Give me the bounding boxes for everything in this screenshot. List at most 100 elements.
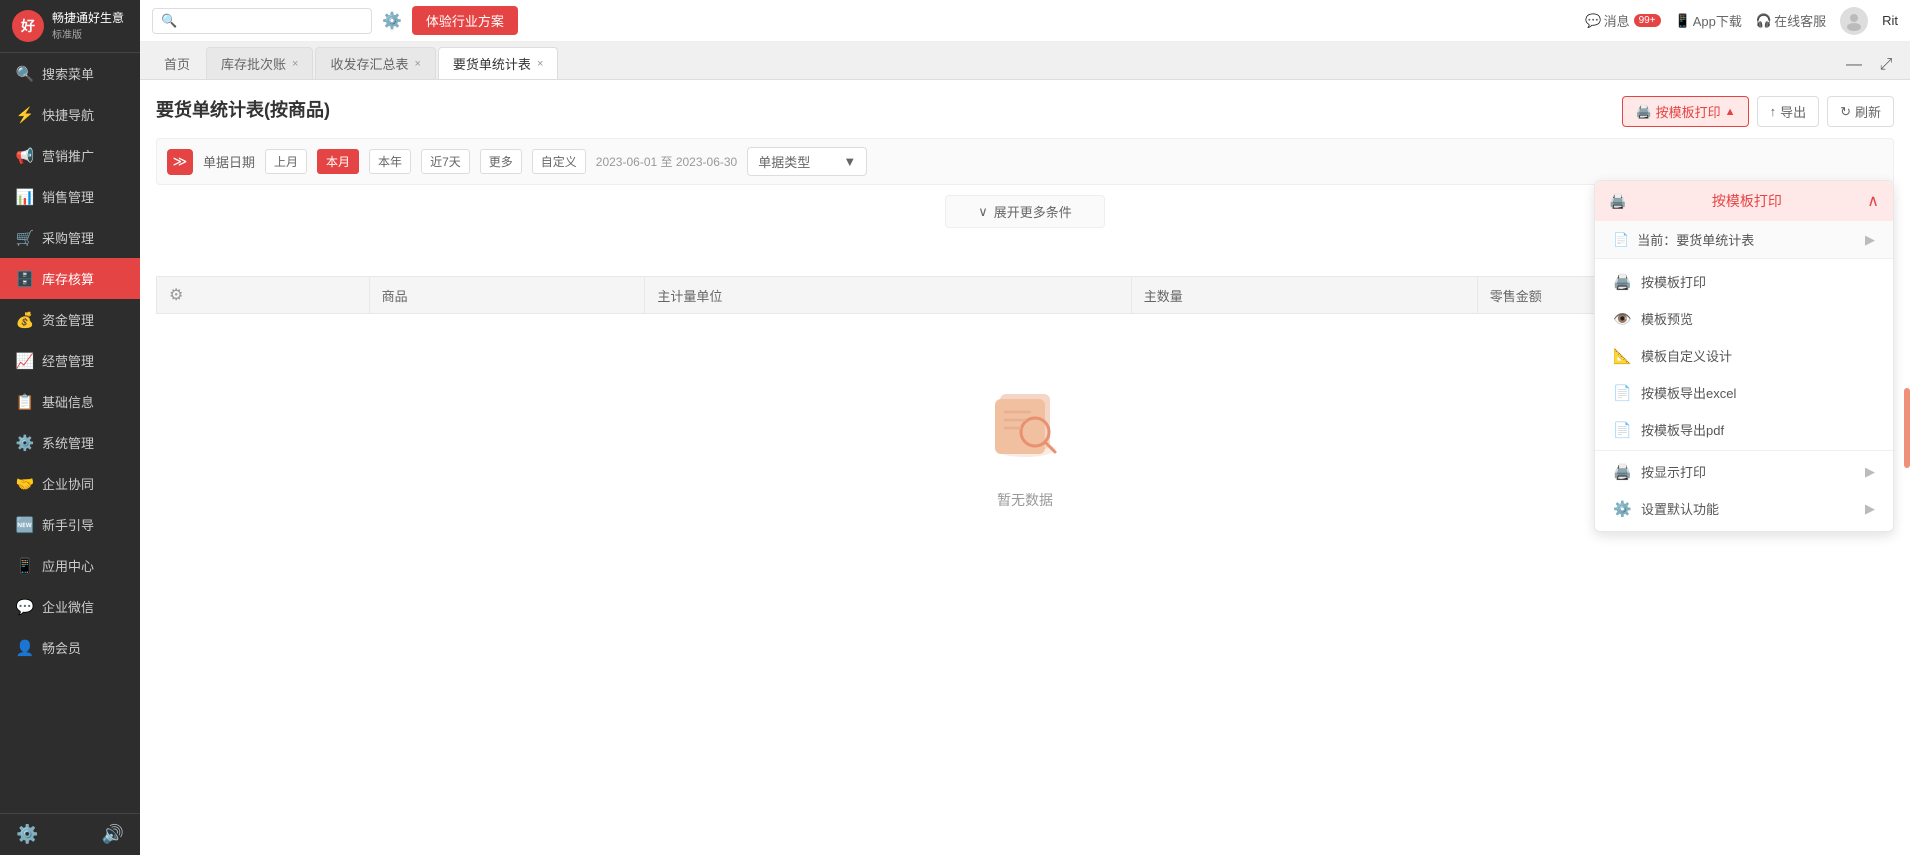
- sidebar-item-guide[interactable]: 🆕 新手引导: [0, 504, 140, 545]
- document-icon: 📄: [1613, 232, 1629, 248]
- date-btn-custom[interactable]: 自定义: [532, 149, 586, 174]
- tab-inventory-batch-label: 库存批次账: [221, 54, 286, 73]
- topbar-search-box[interactable]: 🔍: [152, 8, 372, 34]
- sidebar-item-wechat[interactable]: 💬 企业微信: [0, 586, 140, 627]
- tab-home-label: 首页: [164, 54, 190, 73]
- industry-btn[interactable]: 体验行业方案: [412, 6, 518, 35]
- table-header-gear[interactable]: ⚙: [157, 277, 370, 314]
- sidebar-item-shortcut[interactable]: ⚡ 快捷导航: [0, 94, 140, 135]
- wechat-icon: 💬: [16, 598, 34, 616]
- settings-footer-icon[interactable]: ⚙️: [16, 824, 38, 845]
- date-btn-this-year[interactable]: 本年: [369, 149, 411, 174]
- filter-bar: ≫ 单据日期 上月 本月 本年 近7天 更多 自定义 2023-06-01 至 …: [156, 138, 1894, 185]
- template-design-label: 模板自定义设计: [1641, 346, 1732, 365]
- topbar: 🔍 ⚙️ 体验行业方案 💬 消息 99+ 📱 App下载 🎧 在线客服 Rit: [140, 0, 1910, 42]
- guide-icon: 🆕: [16, 516, 34, 534]
- search-icon: 🔍: [16, 65, 34, 83]
- sidebar-item-apps[interactable]: 📱 应用中心: [0, 545, 140, 586]
- member-icon: 👤: [16, 639, 34, 657]
- gear-icon2[interactable]: ⚙: [169, 287, 183, 304]
- date-btn-7days[interactable]: 近7天: [421, 149, 470, 174]
- sidebar-item-member[interactable]: 👤 畅会员: [0, 627, 140, 668]
- sidebar-item-business[interactable]: 📈 经营管理: [0, 340, 140, 381]
- speaker-footer-icon[interactable]: 🔊: [102, 824, 124, 845]
- refresh-icon: ↻: [1840, 104, 1851, 120]
- sidebar-label-collab: 企业协同: [42, 474, 94, 493]
- printer-icon2: 🖨️: [1609, 193, 1626, 210]
- tab-order-stats-close[interactable]: ×: [537, 58, 543, 70]
- sidebar-item-marketing[interactable]: 📢 营销推广: [0, 135, 140, 176]
- sidebar-item-search[interactable]: 🔍 搜索菜单: [0, 53, 140, 94]
- template-design-item[interactable]: 📐 模板自定义设计: [1595, 337, 1893, 374]
- tab-order-stats[interactable]: 要货单统计表 ×: [438, 47, 558, 79]
- tab-home[interactable]: 首页: [150, 48, 204, 79]
- avatar[interactable]: [1840, 7, 1868, 35]
- system-icon: ⚙️: [16, 434, 34, 452]
- display-print-label: 按显示打印: [1641, 462, 1706, 481]
- type-select[interactable]: 单据类型 ▼: [747, 147, 867, 176]
- print-icon: 🖨️: [1613, 273, 1631, 291]
- logo-icon: 好: [12, 10, 44, 42]
- tabs-bar: 首页 库存批次账 × 收发存汇总表 × 要货单统计表 × — ⤢: [140, 42, 1910, 80]
- date-btn-last-month[interactable]: 上月: [265, 149, 307, 174]
- chevron-down-icon2: ∨: [978, 204, 988, 220]
- dropdown-title: 按模板打印: [1712, 191, 1782, 211]
- chevron-down-icon: ▼: [843, 154, 856, 169]
- sidebar-item-basic[interactable]: 📋 基础信息: [0, 381, 140, 422]
- chevron-right-icon: ▶: [1865, 232, 1875, 248]
- sidebar-label-business: 经营管理: [42, 351, 94, 370]
- export-btn[interactable]: ↑ 导出: [1757, 96, 1820, 127]
- sidebar-item-sales[interactable]: 📊 销售管理: [0, 176, 140, 217]
- sidebar-label-sales: 销售管理: [42, 187, 94, 206]
- template-print-label: 按模板打印: [1641, 272, 1706, 291]
- sidebar-label-wechat: 企业微信: [42, 597, 94, 616]
- app-logo: 好 畅捷通好生意 标准版: [0, 0, 140, 53]
- sidebar: 好 畅捷通好生意 标准版 🔍 搜索菜单 ⚡ 快捷导航 📢 营销推广 📊 销售管理…: [0, 0, 140, 855]
- online-service-btn[interactable]: 🎧 在线客服: [1756, 11, 1826, 30]
- sidebar-label-system: 系统管理: [42, 433, 94, 452]
- app-download-btn[interactable]: 📱 App下载: [1675, 11, 1742, 30]
- sidebar-item-collab[interactable]: 🤝 企业协同: [0, 463, 140, 504]
- current-template-label: 当前：要货单统计表: [1637, 230, 1754, 249]
- tab-receipt-summary-close[interactable]: ×: [414, 58, 420, 70]
- purchase-icon: 🛒: [16, 229, 34, 247]
- sidebar-label-purchase: 采购管理: [42, 228, 94, 247]
- export-pdf-label: 按模板导出pdf: [1641, 420, 1724, 439]
- template-print-item[interactable]: 🖨️ 按模板打印: [1595, 263, 1893, 300]
- sidebar-footer: ⚙️ 🔊: [0, 813, 140, 855]
- dropdown-header: 🖨️ 按模板打印 ∧: [1595, 181, 1893, 221]
- window-maximize-btn[interactable]: ⤢: [1872, 51, 1900, 79]
- window-minimize-btn[interactable]: —: [1840, 51, 1868, 79]
- sidebar-label-basic: 基础信息: [42, 392, 94, 411]
- messages-label: 消息: [1604, 11, 1630, 30]
- tab-receipt-summary[interactable]: 收发存汇总表 ×: [315, 47, 435, 79]
- messages-btn[interactable]: 💬 消息 99+: [1585, 11, 1660, 30]
- gear-icon[interactable]: ⚙️: [382, 11, 402, 31]
- export-excel-label: 按模板导出excel: [1641, 383, 1736, 402]
- default-fn-item[interactable]: ⚙️ 设置默认功能 ▶: [1595, 490, 1893, 527]
- sidebar-label-finance: 资金管理: [42, 310, 94, 329]
- export-pdf-item[interactable]: 📄 按模板导出pdf: [1595, 411, 1893, 448]
- expand-more-btn[interactable]: ∨ 展开更多条件: [945, 195, 1105, 228]
- sidebar-label-guide: 新手引导: [42, 515, 94, 534]
- export-excel-item[interactable]: 📄 按模板导出excel: [1595, 374, 1893, 411]
- topbar-right: 💬 消息 99+ 📱 App下载 🎧 在线客服 Rit: [1585, 7, 1898, 35]
- refresh-btn[interactable]: ↻ 刷新: [1827, 96, 1894, 127]
- dropdown-close-btn[interactable]: ∧: [1867, 191, 1879, 211]
- right-scrollbar[interactable]: [1904, 388, 1910, 468]
- sidebar-item-purchase[interactable]: 🛒 采购管理: [0, 217, 140, 258]
- date-btn-this-month[interactable]: 本月: [317, 149, 359, 174]
- tab-inventory-batch-close[interactable]: ×: [292, 58, 298, 70]
- sidebar-label-apps: 应用中心: [42, 556, 94, 575]
- sidebar-item-finance[interactable]: 💰 资金管理: [0, 299, 140, 340]
- template-preview-item[interactable]: 👁️ 模板预览: [1595, 300, 1893, 337]
- page-content-area: 要货单统计表(按商品) 🖨️ 按模板打印 ▲ ↑ 导出 ↻ 刷新 ≫ 单据日期: [140, 80, 1910, 855]
- date-btn-more[interactable]: 更多: [480, 149, 522, 174]
- current-template-item[interactable]: 📄 当前：要货单统计表 ▶: [1595, 221, 1893, 259]
- display-print-item[interactable]: 🖨️ 按显示打印 ▶: [1595, 453, 1893, 490]
- print-btn[interactable]: 🖨️ 按模板打印 ▲: [1622, 96, 1748, 127]
- sidebar-item-system[interactable]: ⚙️ 系统管理: [0, 422, 140, 463]
- tab-inventory-batch[interactable]: 库存批次账 ×: [206, 47, 313, 79]
- filter-expand-btn[interactable]: ≫: [167, 149, 193, 175]
- sidebar-item-inventory[interactable]: 🗄️ 库存核算: [0, 258, 140, 299]
